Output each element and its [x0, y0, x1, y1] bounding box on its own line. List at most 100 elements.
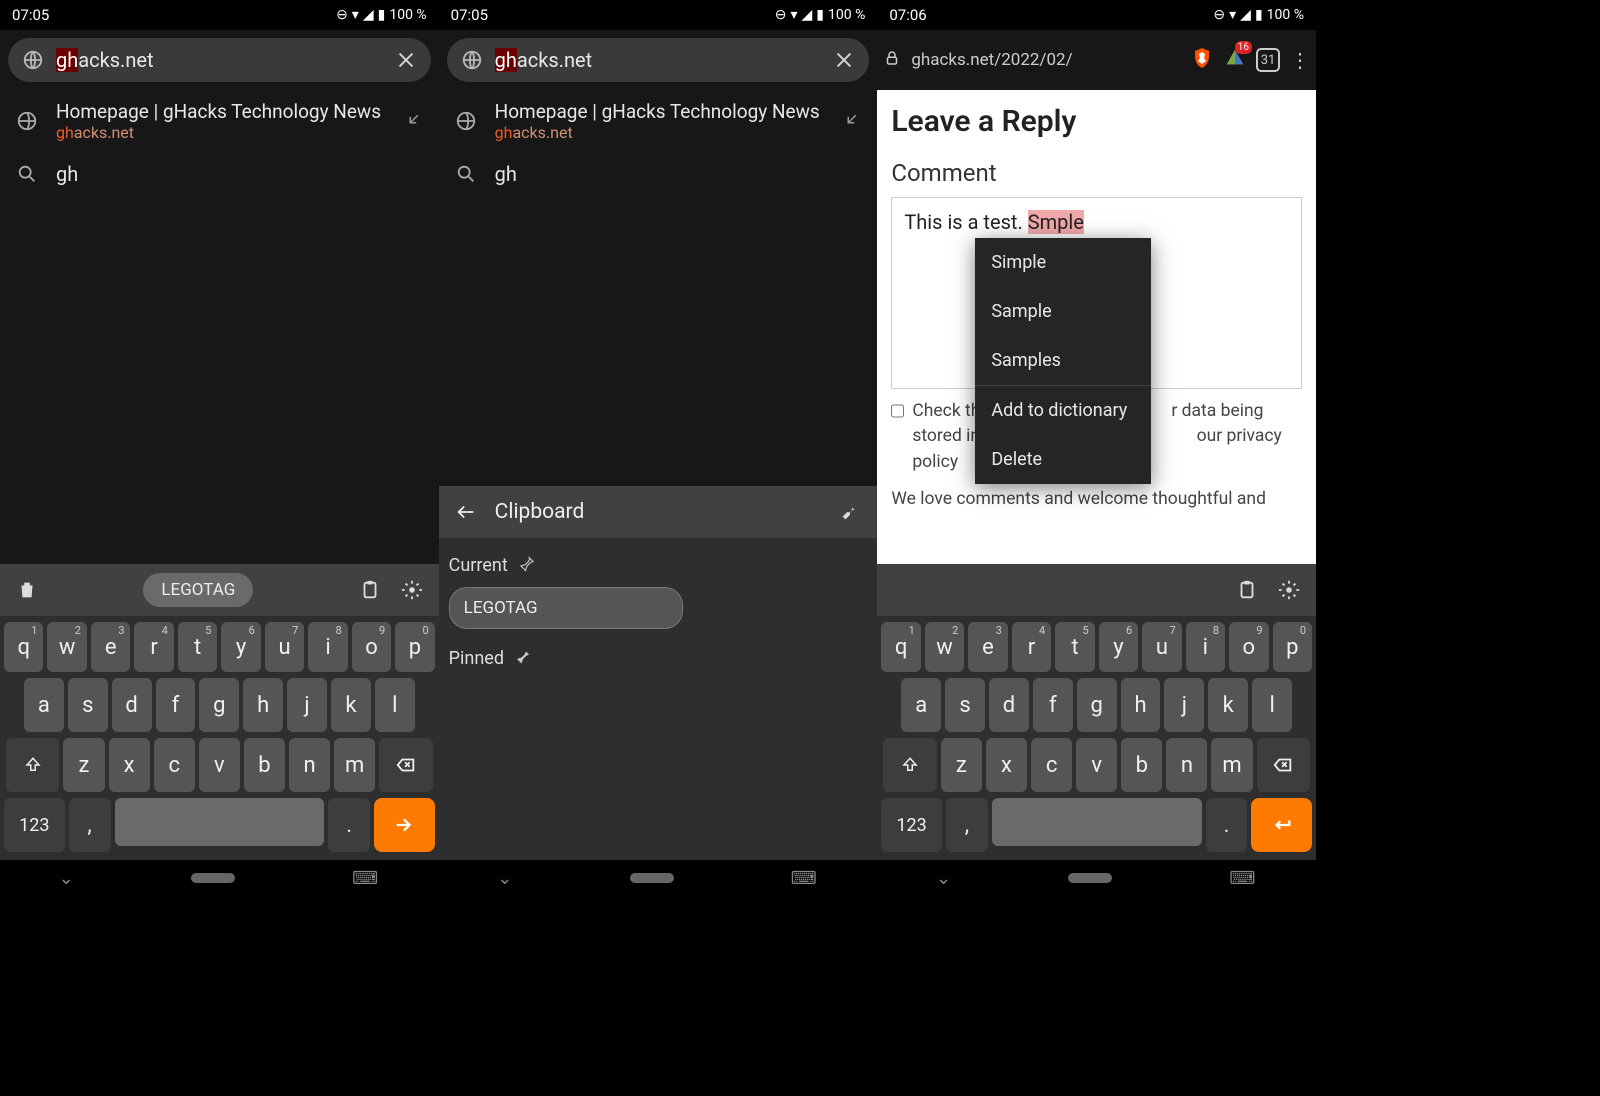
key-x[interactable]: x	[109, 738, 150, 792]
key-y[interactable]: y6	[1099, 622, 1138, 672]
key-t[interactable]: t5	[178, 622, 217, 672]
keyboard-switch-icon[interactable]: ⌨	[1229, 868, 1257, 889]
key-s[interactable]: s	[68, 678, 108, 732]
pin-outline-icon[interactable]	[518, 554, 536, 577]
enter-key[interactable]	[1251, 798, 1312, 852]
key-w[interactable]: w2	[925, 622, 964, 672]
key-t[interactable]: t5	[1055, 622, 1094, 672]
key-k[interactable]: k	[331, 678, 371, 732]
url-display[interactable]: ghacks.net/2022/02/	[911, 50, 1180, 70]
key-b[interactable]: b	[244, 738, 285, 792]
insert-arrow-icon[interactable]	[405, 110, 423, 132]
clipboard-icon[interactable]	[357, 577, 383, 603]
key-f[interactable]: f	[156, 678, 196, 732]
shift-key[interactable]	[6, 738, 59, 792]
url-bar[interactable]: ghacks.net	[447, 38, 870, 82]
keyboard-switch-icon[interactable]: ⌨	[791, 868, 819, 889]
key-m[interactable]: m	[334, 738, 375, 792]
key-j[interactable]: j	[287, 678, 327, 732]
key-h[interactable]: h	[1121, 678, 1161, 732]
misspelled-word[interactable]: Smple	[1028, 210, 1084, 234]
key-a[interactable]: a	[24, 678, 64, 732]
spell-suggestion[interactable]: Simple	[975, 238, 1151, 287]
key-e[interactable]: e3	[91, 622, 130, 672]
comma-key[interactable]: ,	[946, 798, 988, 852]
shift-key[interactable]	[883, 738, 936, 792]
key-x[interactable]: x	[986, 738, 1027, 792]
key-q[interactable]: q1	[4, 622, 43, 672]
url-text[interactable]: ghacks.net	[56, 48, 383, 72]
key-g[interactable]: g	[1077, 678, 1117, 732]
key-w[interactable]: w2	[47, 622, 86, 672]
pin-filled-icon[interactable]	[514, 647, 532, 670]
collapse-icon[interactable]: ⌄	[497, 868, 512, 889]
tab-count[interactable]: 31	[1256, 48, 1280, 72]
wrench-icon[interactable]	[837, 499, 863, 525]
key-b[interactable]: b	[1121, 738, 1162, 792]
key-f[interactable]: f	[1033, 678, 1073, 732]
key-q[interactable]: q1	[881, 622, 920, 672]
key-s[interactable]: s	[945, 678, 985, 732]
key-l[interactable]: l	[1252, 678, 1292, 732]
key-r[interactable]: r4	[1012, 622, 1051, 672]
space-key[interactable]	[992, 798, 1202, 846]
delete-word[interactable]: Delete	[975, 435, 1151, 484]
key-o[interactable]: o9	[352, 622, 391, 672]
insert-arrow-icon[interactable]	[843, 110, 861, 132]
numbers-key[interactable]: 123	[881, 798, 942, 852]
key-p[interactable]: p0	[1273, 622, 1312, 672]
collapse-icon[interactable]: ⌄	[59, 868, 74, 889]
settings-icon[interactable]	[1276, 577, 1302, 603]
home-pill[interactable]	[630, 873, 674, 883]
suggestion-homepage[interactable]: Homepage | gHacks Technology News ghacks…	[439, 90, 878, 152]
key-a[interactable]: a	[901, 678, 941, 732]
key-r[interactable]: r4	[134, 622, 173, 672]
clear-icon[interactable]	[833, 49, 855, 71]
period-key[interactable]: .	[1206, 798, 1248, 852]
url-text[interactable]: ghacks.net	[495, 48, 822, 72]
key-o[interactable]: o9	[1229, 622, 1268, 672]
key-g[interactable]: g	[199, 678, 239, 732]
rewards-icon[interactable]: 16	[1224, 47, 1246, 74]
key-u[interactable]: u7	[1142, 622, 1181, 672]
key-d[interactable]: d	[112, 678, 152, 732]
period-key[interactable]: .	[328, 798, 370, 852]
key-u[interactable]: u7	[265, 622, 304, 672]
suggestion-search[interactable]: gh	[0, 152, 439, 196]
brave-shield-icon[interactable]	[1190, 46, 1214, 75]
back-icon[interactable]	[453, 499, 479, 525]
key-i[interactable]: i8	[1186, 622, 1225, 672]
backspace-key[interactable]	[1257, 738, 1310, 792]
clipboard-chip[interactable]: LEGOTAG	[143, 573, 253, 607]
key-e[interactable]: e3	[968, 622, 1007, 672]
key-l[interactable]: l	[375, 678, 415, 732]
clipboard-icon[interactable]	[1234, 577, 1260, 603]
home-pill[interactable]	[1068, 873, 1112, 883]
key-c[interactable]: c	[1031, 738, 1072, 792]
home-pill[interactable]	[191, 873, 235, 883]
key-j[interactable]: j	[1164, 678, 1204, 732]
add-to-dictionary[interactable]: Add to dictionary	[975, 385, 1151, 435]
key-p[interactable]: p0	[395, 622, 434, 672]
go-key[interactable]	[374, 798, 435, 852]
suggestion-homepage[interactable]: Homepage | gHacks Technology News ghacks…	[0, 90, 439, 152]
numbers-key[interactable]: 123	[4, 798, 65, 852]
consent-checkbox[interactable]	[891, 403, 904, 419]
key-d[interactable]: d	[989, 678, 1029, 732]
key-n[interactable]: n	[1166, 738, 1207, 792]
suggestion-search[interactable]: gh	[439, 152, 878, 196]
lock-icon[interactable]	[883, 49, 901, 72]
clipboard-entry[interactable]: LEGOTAG	[449, 587, 683, 629]
spell-suggestion[interactable]: Sample	[975, 287, 1151, 336]
key-z[interactable]: z	[63, 738, 104, 792]
clear-icon[interactable]	[395, 49, 417, 71]
key-k[interactable]: k	[1208, 678, 1248, 732]
key-h[interactable]: h	[243, 678, 283, 732]
settings-icon[interactable]	[399, 577, 425, 603]
key-z[interactable]: z	[941, 738, 982, 792]
url-bar[interactable]: ghacks.net	[8, 38, 431, 82]
key-c[interactable]: c	[154, 738, 195, 792]
key-y[interactable]: y6	[221, 622, 260, 672]
collapse-icon[interactable]: ⌄	[936, 868, 951, 889]
backspace-key[interactable]	[379, 738, 432, 792]
